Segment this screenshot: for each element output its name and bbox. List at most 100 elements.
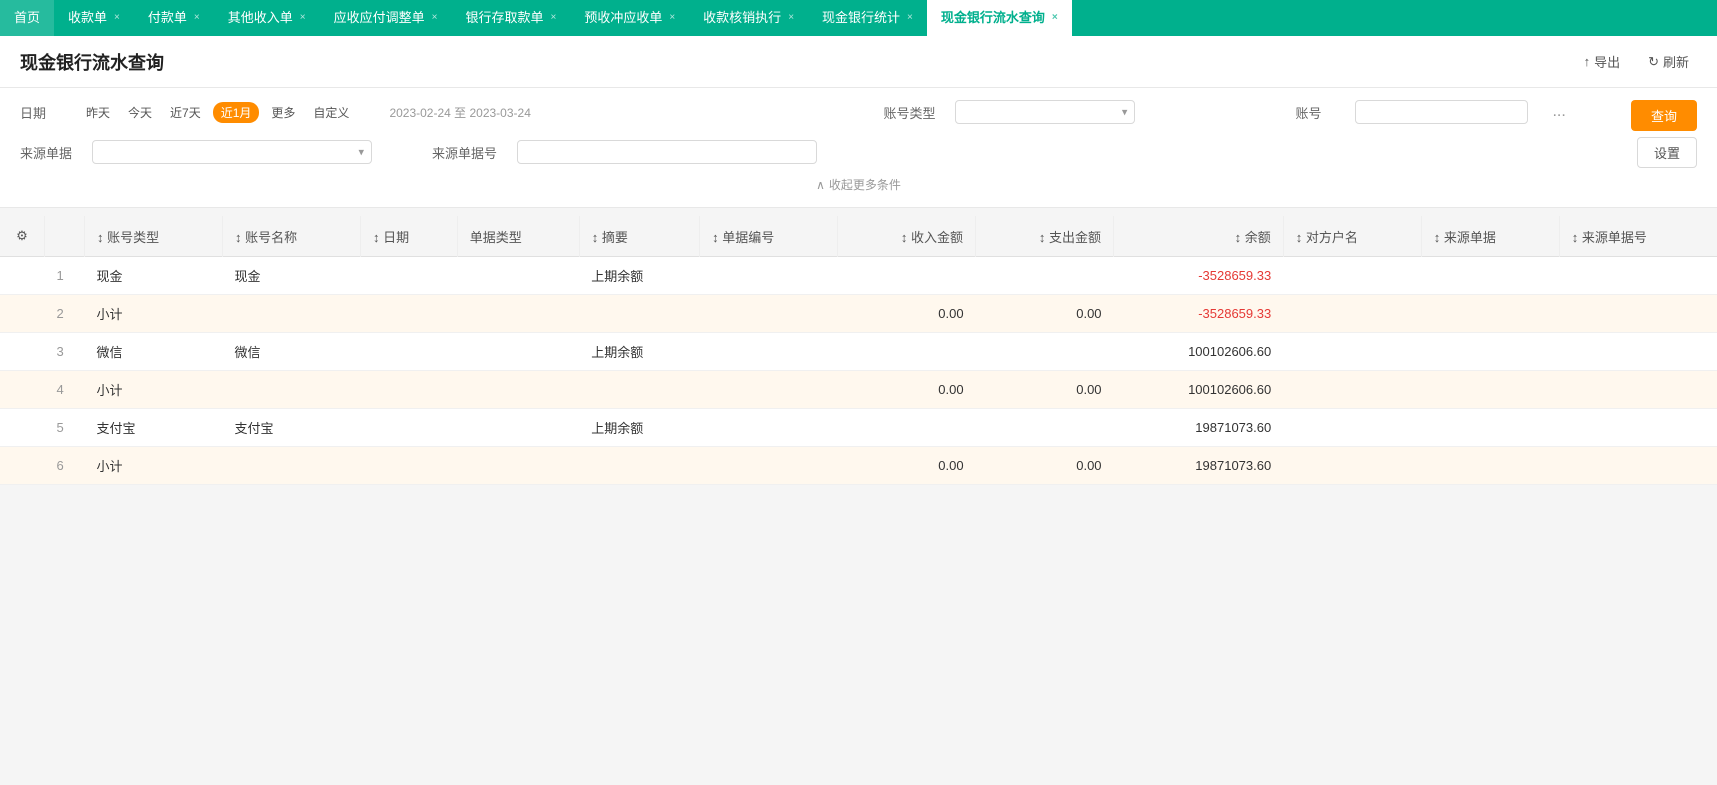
account-label: 账号 [1295,103,1335,122]
nav-item-home[interactable]: 首页 [0,0,54,36]
query-button[interactable]: 查询 [1631,100,1697,131]
th-counterpart: ↕ 对方户名 [1283,216,1421,257]
row-doc-type [457,371,579,409]
row-settings [0,333,45,371]
row-balance: -3528659.33 [1114,257,1284,295]
row-source-doc [1421,295,1559,333]
row-income: 0.00 [838,371,976,409]
close-icon[interactable]: × [194,0,200,36]
source-doc-no-input[interactable] [517,140,817,164]
account-type-select[interactable] [955,100,1135,124]
nav-item-bank-deposit[interactable]: 银行存取款单 × [451,0,570,36]
row-expense: 0.00 [976,295,1114,333]
date-shortcuts: 昨天 今天 近7天 近1月 更多 自定义 [80,102,355,123]
row-source-doc [1421,409,1559,447]
row-doc-type [457,447,579,485]
row-source-doc-no [1559,295,1717,333]
row-balance: -3528659.33 [1114,295,1284,333]
row-account-type: 小计 [85,447,223,485]
row-summary [579,371,699,409]
row-income [838,257,976,295]
row-account-type: 支付宝 [85,409,223,447]
row-expense: 0.00 [976,371,1114,409]
collapse-icon: ∧ [816,178,825,192]
row-source-doc-no [1559,333,1717,371]
filter-row-source: 来源单据 来源单据号 [20,140,1631,164]
row-counterpart [1283,371,1421,409]
nav-item-collection[interactable]: 收款核销执行 × [689,0,808,36]
row-doc-type [457,409,579,447]
top-navigation: 首页 收款单 × 付款单 × 其他收入单 × 应收应付调整单 × 银行存取款单 … [0,0,1717,36]
row-account-name [222,371,360,409]
row-source-doc [1421,257,1559,295]
row-doc-no [700,295,838,333]
row-balance: 100102606.60 [1114,371,1284,409]
row-account-name: 现金 [222,257,360,295]
row-account-name: 微信 [222,333,360,371]
account-type-label: 账号类型 [883,103,935,122]
nav-item-prepay[interactable]: 预收冲应收单 × [570,0,689,36]
row-date [360,371,457,409]
row-expense [976,409,1114,447]
table-row: 1 现金 现金 上期余额 -3528659.33 [0,257,1717,295]
row-counterpart [1283,333,1421,371]
export-button[interactable]: ↑ 导出 [1576,48,1629,75]
row-date [360,257,457,295]
row-index: 4 [45,371,85,409]
row-account-name [222,295,360,333]
th-account-name: ↕ 账号名称 [222,216,360,257]
nav-item-other-income[interactable]: 其他收入单 × [214,0,320,36]
row-counterpart [1283,295,1421,333]
row-source-doc [1421,447,1559,485]
nav-item-adjustment[interactable]: 应收应付调整单 × [320,0,452,36]
close-icon[interactable]: × [788,0,794,36]
date-btn-1month[interactable]: 近1月 [213,102,260,123]
nav-item-receipt[interactable]: 收款单 × [54,0,134,36]
date-btn-today[interactable]: 今天 [122,102,158,123]
account-input[interactable] [1355,100,1528,124]
settings-button[interactable]: 设置 [1637,137,1697,168]
row-doc-type [457,257,579,295]
nav-item-payment[interactable]: 付款单 × [134,0,214,36]
nav-item-bank-flow[interactable]: 现金银行流水查询 × [927,0,1072,36]
close-icon[interactable]: × [432,0,438,36]
row-summary [579,447,699,485]
table-row: 2 小计 0.00 0.00 -3528659.33 [0,295,1717,333]
table-row: 3 微信 微信 上期余额 100102606.60 [0,333,1717,371]
close-icon[interactable]: × [300,0,306,36]
th-balance: ↕ 余额 [1114,216,1284,257]
row-doc-no [700,447,838,485]
row-index: 1 [45,257,85,295]
header-actions: ↑ 导出 ↻ 刷新 [1576,48,1697,75]
account-dots[interactable]: ... [1548,103,1569,121]
row-index: 2 [45,295,85,333]
close-icon[interactable]: × [1052,0,1058,36]
refresh-button[interactable]: ↻ 刷新 [1640,48,1697,75]
row-summary: 上期余额 [579,257,699,295]
row-index: 6 [45,447,85,485]
close-icon[interactable]: × [114,0,120,36]
row-settings [0,295,45,333]
filter-area: 日期 昨天 今天 近7天 近1月 更多 自定义 2023-02-24 至 202… [0,88,1717,208]
row-source-doc-no [1559,447,1717,485]
nav-item-bank-stats[interactable]: 现金银行统计 × [808,0,927,36]
row-source-doc-no [1559,257,1717,295]
row-index: 3 [45,333,85,371]
source-doc-select[interactable] [92,140,372,164]
date-btn-more[interactable]: 更多 [265,102,301,123]
row-counterpart [1283,257,1421,295]
source-doc-select-wrapper [92,140,372,164]
page-header: 现金银行流水查询 ↑ 导出 ↻ 刷新 [0,36,1717,88]
gear-icon[interactable]: ⚙ [12,226,32,246]
row-source-doc [1421,333,1559,371]
close-icon[interactable]: × [669,0,675,36]
row-summary: 上期余额 [579,333,699,371]
row-settings [0,371,45,409]
close-icon[interactable]: × [907,0,913,36]
collapse-bar[interactable]: ∧ 收起更多条件 [20,172,1697,197]
date-btn-custom[interactable]: 自定义 [307,102,355,123]
close-icon[interactable]: × [550,0,556,36]
row-date [360,295,457,333]
date-btn-yesterday[interactable]: 昨天 [80,102,116,123]
date-btn-7days[interactable]: 近7天 [164,102,207,123]
